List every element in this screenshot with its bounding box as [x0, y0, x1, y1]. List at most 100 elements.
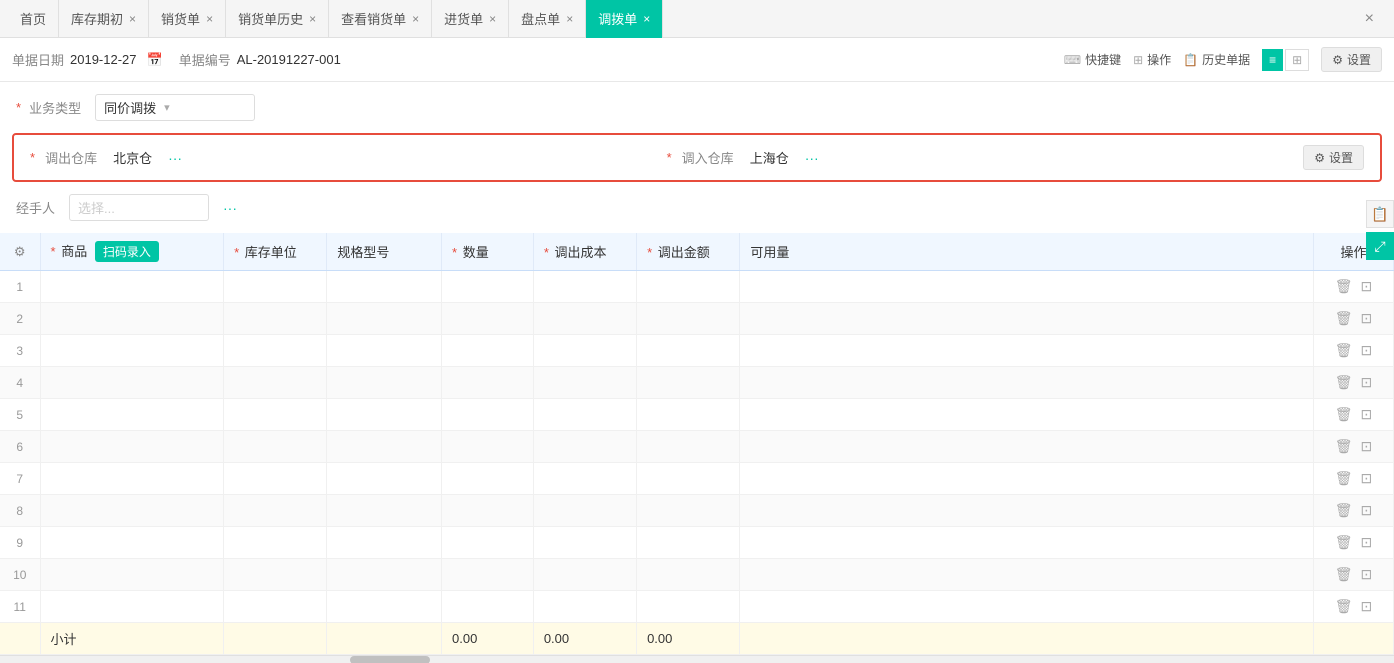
scrollbar-thumb[interactable] [350, 656, 430, 663]
history-button[interactable]: 📋 历史单据 [1183, 51, 1250, 68]
copy-icon-11[interactable]: ⊡ [1361, 598, 1373, 615]
toolbar: 单据日期 2019-12-27 📅 单据编号 AL-20191227-001 ⌨… [0, 38, 1394, 82]
window-close-button[interactable]: × [1353, 10, 1386, 28]
copy-icon-5[interactable]: ⊡ [1361, 406, 1373, 423]
th-unit: * 库存单位 [224, 233, 327, 271]
subtotal-cost: 0.00 [533, 623, 636, 655]
op-cell-1: 🗑 ⊡ [1314, 271, 1394, 303]
business-type-star: * [16, 100, 21, 115]
copy-icon-9[interactable]: ⊡ [1361, 534, 1373, 551]
close-inventory-init[interactable]: × [129, 12, 136, 26]
table-settings-icon[interactable]: ⚙ [14, 244, 26, 259]
delete-icon-7[interactable]: 🗑 [1335, 470, 1353, 487]
delete-icon-6[interactable]: 🗑 [1335, 438, 1353, 455]
tab-stock-check[interactable]: 盘点单 × [509, 0, 586, 38]
tab-view-sales[interactable]: 查看销货单 × [329, 0, 432, 38]
date-value: 2019-12-27 [70, 52, 137, 67]
delete-icon-3[interactable]: 🗑 [1335, 342, 1353, 359]
row-num-5: 5 [0, 399, 40, 431]
close-sales-order[interactable]: × [206, 12, 213, 26]
form-section: * 业务类型 同价调拨 ▾ [0, 82, 1394, 125]
business-type-field: * 业务类型 同价调拨 ▾ [16, 90, 296, 125]
row-num-9: 9 [0, 527, 40, 559]
business-type-value: 同价调拨 [104, 98, 156, 117]
delete-icon-5[interactable]: 🗑 [1335, 406, 1353, 423]
person-label: 经手人 [16, 198, 55, 217]
tab-sales-history[interactable]: 销货单历史 × [226, 0, 329, 38]
person-dots-button[interactable]: ··· [223, 200, 237, 216]
copy-icon-6[interactable]: ⊡ [1361, 438, 1373, 455]
person-placeholder: 选择... [78, 198, 115, 217]
float-doc-button[interactable]: 📋 [1366, 200, 1394, 228]
transfer-out-star: * [30, 150, 35, 165]
transfer-in-dots-button[interactable]: ··· [805, 150, 819, 166]
settings-gear-icon: ⚙ [1332, 53, 1343, 67]
subtotal-amount: 0.00 [637, 623, 740, 655]
person-row: 经手人 选择... ··· [0, 190, 1394, 233]
close-purchase-order[interactable]: × [489, 12, 496, 26]
person-select[interactable]: 选择... [69, 194, 209, 221]
amount-cell-1 [637, 271, 740, 303]
shortcut-icon: ⌨ [1064, 53, 1081, 67]
tab-home[interactable]: 首页 [8, 0, 59, 38]
delete-icon-8[interactable]: 🗑 [1335, 502, 1353, 519]
business-type-select[interactable]: 同价调拨 ▾ [95, 94, 255, 121]
delete-icon-2[interactable]: 🗑 [1335, 310, 1353, 327]
th-cost: * 调出成本 [533, 233, 636, 271]
close-sales-history[interactable]: × [309, 12, 316, 26]
unit-cell-1 [224, 271, 327, 303]
tab-sales-order[interactable]: 销货单 × [149, 0, 226, 38]
shortcut-button[interactable]: ⌨ 快捷键 [1064, 51, 1121, 68]
tab-transfer-order[interactable]: 调拨单 × [586, 0, 663, 38]
tab-inventory-init[interactable]: 库存期初 × [59, 0, 149, 38]
copy-icon-3[interactable]: ⊡ [1361, 342, 1373, 359]
operations-icon: ⊞ [1133, 53, 1143, 67]
close-transfer-order[interactable]: × [643, 12, 650, 26]
table-row: 2 🗑 ⊡ [0, 303, 1394, 335]
horizontal-scrollbar[interactable] [0, 655, 1394, 663]
delete-icon-11[interactable]: 🗑 [1335, 598, 1353, 615]
doc-num-value: AL-20191227-001 [237, 52, 341, 67]
history-icon: 📋 [1183, 53, 1198, 67]
subtotal-label: 小计 [40, 623, 224, 655]
copy-icon-8[interactable]: ⊡ [1361, 502, 1373, 519]
th-product: * 商品 扫码录入 [40, 233, 224, 271]
table-row: 3 🗑⊡ [0, 335, 1394, 367]
table-row: 10 🗑⊡ [0, 559, 1394, 591]
delete-icon-4[interactable]: 🗑 [1335, 374, 1353, 391]
operations-button[interactable]: ⊞ 操作 [1133, 51, 1171, 68]
close-stock-check[interactable]: × [566, 12, 573, 26]
warehouse-settings-icon: ⚙ [1314, 151, 1325, 165]
delete-icon-1[interactable]: 🗑 [1335, 278, 1353, 295]
copy-icon-4[interactable]: ⊡ [1361, 374, 1373, 391]
date-label: 单据日期 [12, 50, 64, 69]
transfer-in-label: 调入仓库 [682, 148, 734, 167]
layout-list-button[interactable]: ≡ [1262, 49, 1283, 71]
float-expand-button[interactable]: ⤢ [1366, 232, 1394, 260]
scan-button[interactable]: 扫码录入 [95, 241, 159, 262]
copy-icon-1[interactable]: ⊡ [1361, 278, 1373, 295]
tab-purchase-order[interactable]: 进货单 × [432, 0, 509, 38]
dropdown-arrow-icon: ▾ [164, 101, 170, 114]
delete-icon-9[interactable]: 🗑 [1335, 534, 1353, 551]
table-row: 9 🗑 ⊡ [0, 527, 1394, 559]
copy-icon-10[interactable]: ⊡ [1361, 566, 1373, 583]
th-settings: ⚙ [0, 233, 40, 271]
close-view-sales[interactable]: × [412, 12, 419, 26]
transfer-out-dots-button[interactable]: ··· [168, 150, 182, 166]
layout-grid-button[interactable]: ⊞ [1285, 49, 1309, 71]
row-num-2: 2 [0, 303, 40, 335]
row-num-6: 6 [0, 431, 40, 463]
settings-button[interactable]: ⚙ 设置 [1321, 47, 1382, 72]
copy-icon-2[interactable]: ⊡ [1361, 310, 1373, 327]
delete-icon-10[interactable]: 🗑 [1335, 566, 1353, 583]
subtotal-qty: 0.00 [442, 623, 534, 655]
toolbar-right: ⌨ 快捷键 ⊞ 操作 📋 历史单据 ≡ ⊞ ⚙ 设置 [1064, 47, 1382, 72]
table-row: 8 🗑⊡ [0, 495, 1394, 527]
product-cell-1[interactable] [40, 271, 224, 303]
th-amount: * 调出金额 [637, 233, 740, 271]
calendar-icon[interactable]: 📅 [147, 52, 163, 68]
copy-icon-7[interactable]: ⊡ [1361, 470, 1373, 487]
warehouse-settings-button[interactable]: ⚙ 设置 [1303, 145, 1364, 170]
row-num-11: 11 [0, 591, 40, 623]
